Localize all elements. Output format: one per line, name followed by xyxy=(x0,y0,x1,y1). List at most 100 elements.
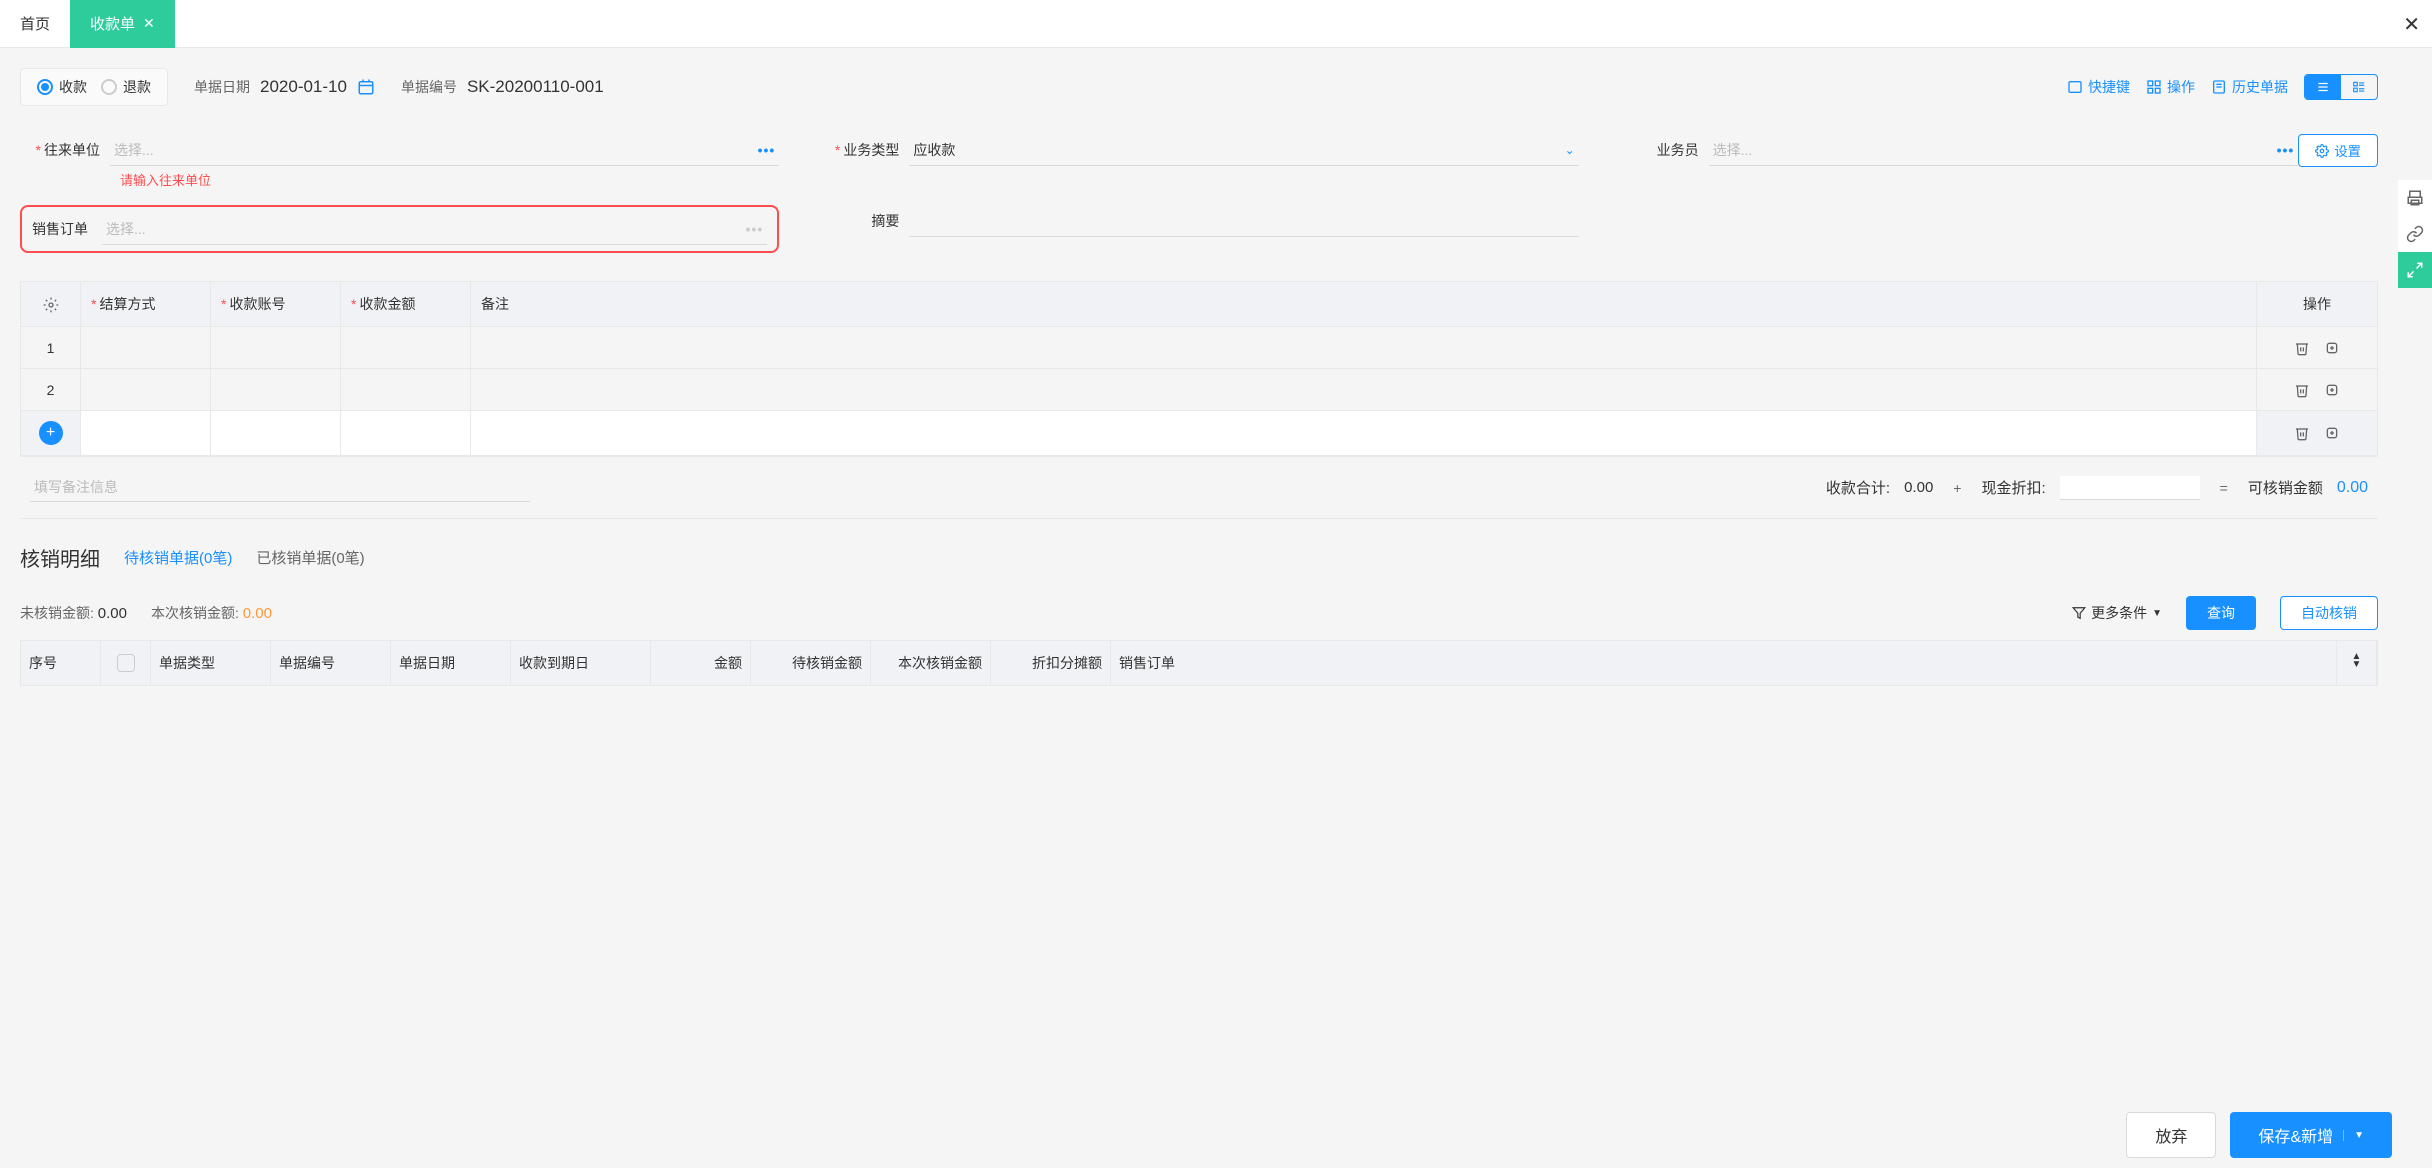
copy-icon[interactable] xyxy=(2324,340,2340,356)
partner-select[interactable]: 选择... ••• xyxy=(110,134,779,166)
partner-error: 请输入往来单位 xyxy=(120,170,779,189)
col-date[interactable]: 单据日期 xyxy=(391,641,511,685)
col-type[interactable]: 单据类型 xyxy=(151,641,271,685)
summary-input[interactable] xyxy=(909,205,1578,237)
done-tab[interactable]: 已核销单据(0笔) xyxy=(256,547,364,568)
radio-receive[interactable]: 收款 xyxy=(37,77,87,97)
shortcut-label: 快捷键 xyxy=(2088,77,2130,97)
query-button[interactable]: 查询 xyxy=(2186,596,2256,630)
cell-account[interactable] xyxy=(211,369,341,410)
more-dots-icon[interactable]: ••• xyxy=(758,142,776,158)
partner-field: *往来单位 选择... ••• xyxy=(20,134,779,166)
side-print-icon[interactable] xyxy=(2398,180,2432,216)
footer-bar: 放弃 保存&新增 ▼ xyxy=(2126,1102,2392,1168)
cell-remark[interactable] xyxy=(471,369,2257,410)
payment-table: *结算方式 *收款账号 *收款金额 备注 操作 1 2 xyxy=(20,281,2378,457)
tab-receipt[interactable]: 收款单 ✕ xyxy=(70,0,175,48)
table-row: 1 xyxy=(21,327,2377,369)
cell-remark[interactable] xyxy=(471,327,2257,368)
col-no[interactable]: 单据编号 xyxy=(271,641,391,685)
add-row-icon[interactable]: + xyxy=(39,421,63,445)
delete-icon[interactable] xyxy=(2294,425,2310,441)
history-button[interactable]: 历史单据 xyxy=(2211,77,2288,97)
date-value[interactable]: 2020-01-10 xyxy=(260,77,347,97)
col-due[interactable]: 收款到期日 xyxy=(511,641,651,685)
salesperson-label: 业务员 xyxy=(1657,142,1699,158)
side-toolbar xyxy=(2398,180,2432,288)
summary-field: 摘要 xyxy=(819,205,1578,237)
save-new-button[interactable]: 保存&新增 ▼ xyxy=(2230,1112,2392,1158)
radio-refund-label: 退款 xyxy=(123,77,151,97)
biztype-select[interactable]: 应收款 ⌄ xyxy=(909,134,1578,166)
col-account-label: 收款账号 xyxy=(229,294,285,314)
delete-icon[interactable] xyxy=(2294,340,2310,356)
docno-value: SK-20200110-001 xyxy=(467,77,604,97)
header-row: 收款 退款 单据日期 2020-01-10 单据编号 SK-20200110-0… xyxy=(20,58,2378,116)
copy-icon[interactable] xyxy=(2324,425,2340,441)
gear-column[interactable] xyxy=(21,282,81,326)
chevron-down-icon[interactable]: ⌄ xyxy=(1565,143,1575,157)
totals-row: 收款合计: 0.00 + 现金折扣: = 可核销金额 0.00 xyxy=(20,457,2378,519)
view-list-button[interactable] xyxy=(2305,75,2341,99)
col-writeoff[interactable]: 本次核销金额 xyxy=(871,641,991,685)
operation-button[interactable]: 操作 xyxy=(2146,77,2195,97)
writeoff-controls: 未核销金额: 0.00 本次核销金额: 0.00 更多条件 ▼ 查询 自动核销 xyxy=(20,586,2378,640)
radio-group-type: 收款 退款 xyxy=(20,68,168,106)
receive-total-value: 0.00 xyxy=(1904,479,1933,496)
history-label: 历史单据 xyxy=(2232,77,2288,97)
gear-icon[interactable] xyxy=(43,295,59,312)
radio-circle-icon xyxy=(37,79,53,95)
operation-label: 操作 xyxy=(2167,77,2195,97)
placeholder-text: 选择... xyxy=(106,219,746,239)
delete-icon[interactable] xyxy=(2294,382,2310,398)
receive-total-label: 收款合计: xyxy=(1826,477,1890,498)
abandon-button[interactable]: 放弃 xyxy=(2126,1112,2216,1158)
col-remark-label: 备注 xyxy=(481,294,509,314)
calendar-icon[interactable] xyxy=(357,78,375,96)
col-ops-label: 操作 xyxy=(2303,294,2331,314)
view-detail-button[interactable] xyxy=(2341,75,2377,99)
side-link-icon[interactable] xyxy=(2398,216,2432,252)
sales-order-field-highlighted: 销售订单 选择... ••• xyxy=(20,205,779,253)
chevron-down-icon[interactable]: ▼ xyxy=(2343,1130,2364,1141)
tab-receipt-label: 收款单 xyxy=(90,13,135,34)
copy-icon[interactable] xyxy=(2324,382,2340,398)
row-index: 2 xyxy=(21,369,81,410)
cell-account[interactable] xyxy=(211,327,341,368)
col-sales[interactable]: 销售订单 xyxy=(1111,641,2337,685)
partner-label: 往来单位 xyxy=(44,142,100,158)
more-dots-icon[interactable]: ••• xyxy=(2277,142,2295,158)
radio-refund[interactable]: 退款 xyxy=(101,77,151,97)
cell-settle[interactable] xyxy=(81,327,211,368)
more-dots-icon[interactable]: ••• xyxy=(746,221,764,237)
close-icon[interactable]: ✕ xyxy=(143,15,155,32)
tab-home[interactable]: 首页 xyxy=(0,0,70,48)
col-amt[interactable]: 金额 xyxy=(651,641,751,685)
cash-discount-label: 现金折扣: xyxy=(1981,477,2045,498)
this-write-label: 本次核销金额: xyxy=(151,605,239,621)
close-all-icon[interactable]: ✕ xyxy=(2403,12,2420,37)
biztype-field: *业务类型 应收款 ⌄ xyxy=(819,134,1578,166)
cell-amount[interactable] xyxy=(341,369,471,410)
biztype-value: 应收款 xyxy=(913,140,1564,160)
writable-label: 可核销金额 xyxy=(2248,477,2323,498)
sales-order-select[interactable]: 选择... ••• xyxy=(102,213,767,245)
col-settle-label: 结算方式 xyxy=(99,294,155,314)
col-pending[interactable]: 待核销金额 xyxy=(751,641,871,685)
sort-icon[interactable]: ▲▼ xyxy=(2337,641,2377,685)
settings-button[interactable]: 设置 xyxy=(2298,134,2378,167)
salesperson-select[interactable]: 选择... ••• xyxy=(1709,134,2299,166)
cell-settle[interactable] xyxy=(81,369,211,410)
cell-amount[interactable] xyxy=(341,327,471,368)
checkbox-all[interactable] xyxy=(117,654,135,672)
shortcut-button[interactable]: 快捷键 xyxy=(2067,77,2130,97)
col-discount[interactable]: 折扣分摊额 xyxy=(991,641,1111,685)
pending-tab[interactable]: 待核销单据(0笔) xyxy=(124,547,232,568)
placeholder-text: 选择... xyxy=(114,140,758,160)
remark-input[interactable] xyxy=(30,473,530,502)
side-expand-icon[interactable] xyxy=(2398,252,2432,288)
cash-discount-input[interactable] xyxy=(2060,476,2200,500)
more-conditions-button[interactable]: 更多条件 ▼ xyxy=(2072,603,2162,623)
table-header: 序号 单据类型 单据编号 单据日期 收款到期日 金额 待核销金额 本次核销金额 … xyxy=(21,641,2377,685)
auto-writeoff-button[interactable]: 自动核销 xyxy=(2280,596,2378,630)
